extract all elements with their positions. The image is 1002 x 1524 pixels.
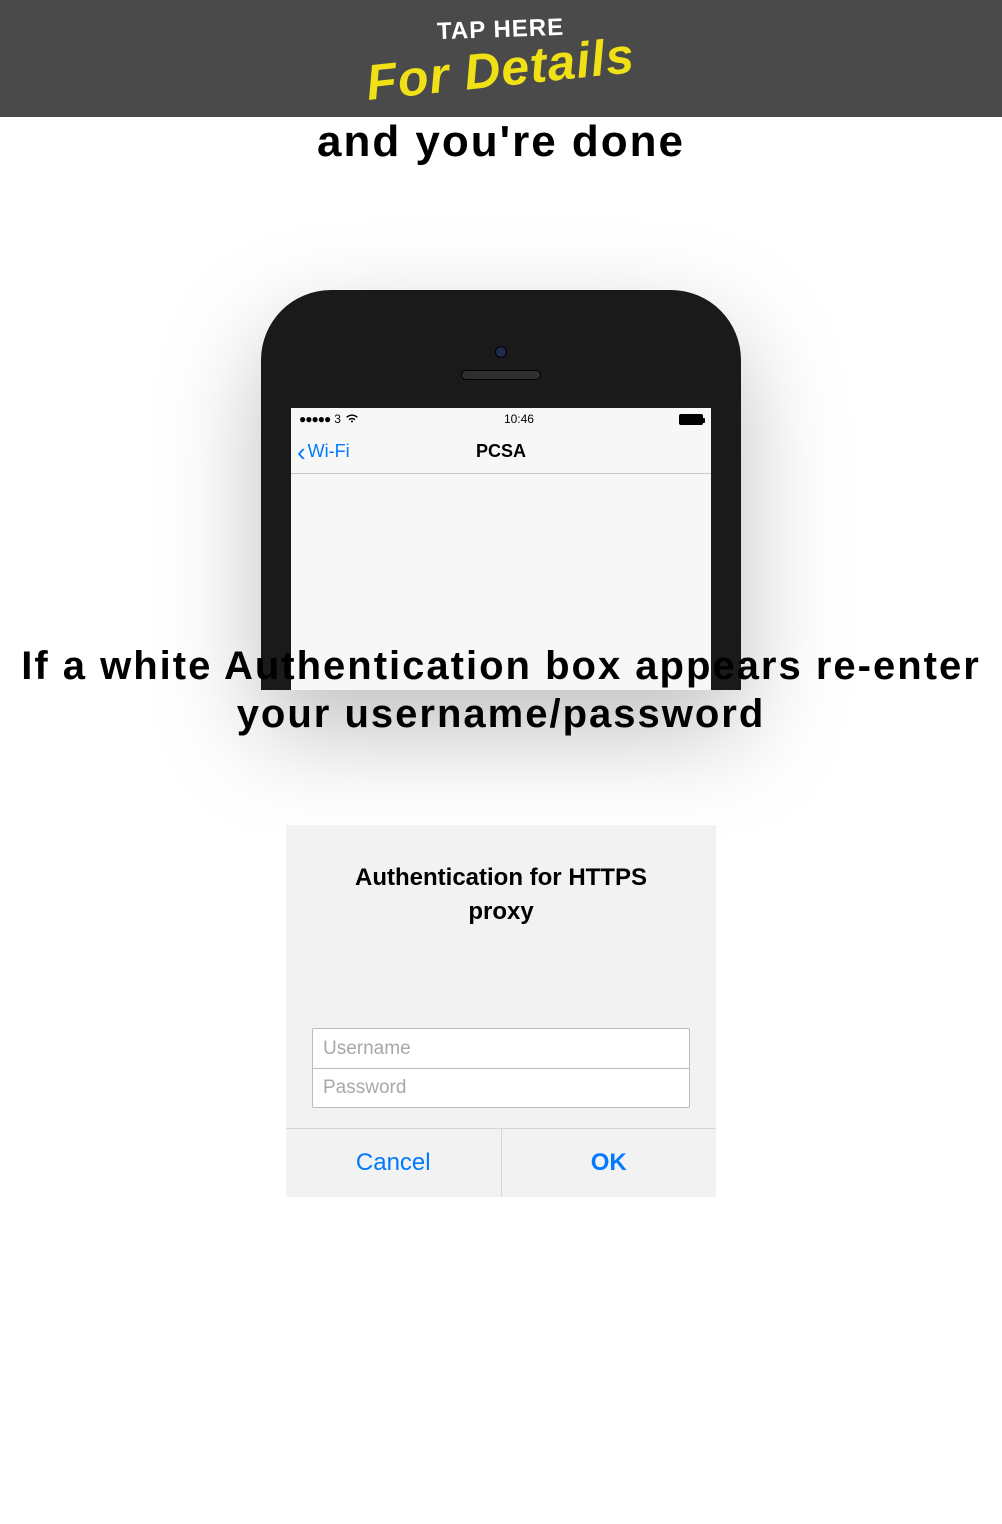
ok-label: OK: [591, 1149, 627, 1177]
tap-here-banner[interactable]: TAP HERE For Details: [0, 0, 1002, 117]
username-field[interactable]: [312, 1028, 690, 1068]
password-field[interactable]: [312, 1068, 690, 1108]
cancel-label: Cancel: [356, 1149, 431, 1177]
ok-button[interactable]: OK: [501, 1129, 717, 1197]
auth-dialog: Authentication for HTTPS proxy Cancel OK: [286, 825, 716, 1197]
phone-body: ●●●●● 3 10:46 ‹ Wi-Fi PCSA: [261, 290, 741, 690]
nav-title: PCSA: [291, 441, 711, 462]
cancel-button[interactable]: Cancel: [286, 1129, 501, 1197]
battery-icon: [679, 414, 703, 425]
status-bar: ●●●●● 3 10:46: [291, 408, 711, 430]
auth-button-row: Cancel OK: [286, 1128, 716, 1197]
iphone-mockup: ●●●●● 3 10:46 ‹ Wi-Fi PCSA: [261, 250, 741, 460]
phone-camera-icon: [495, 346, 507, 358]
auth-note-heading: If a white Authentication box appears re…: [20, 642, 982, 738]
wifi-icon: [345, 413, 359, 426]
status-left: ●●●●● 3: [299, 412, 359, 426]
status-time: 10:46: [504, 412, 534, 426]
auth-dialog-title: Authentication for HTTPS proxy: [286, 825, 716, 948]
phone-speaker-icon: [461, 370, 541, 380]
signal-dots-icon: ●●●●●: [299, 412, 330, 426]
carrier-label: 3: [334, 412, 341, 426]
auth-inputs: [286, 948, 716, 1128]
nav-bar: ‹ Wi-Fi PCSA: [291, 430, 711, 474]
